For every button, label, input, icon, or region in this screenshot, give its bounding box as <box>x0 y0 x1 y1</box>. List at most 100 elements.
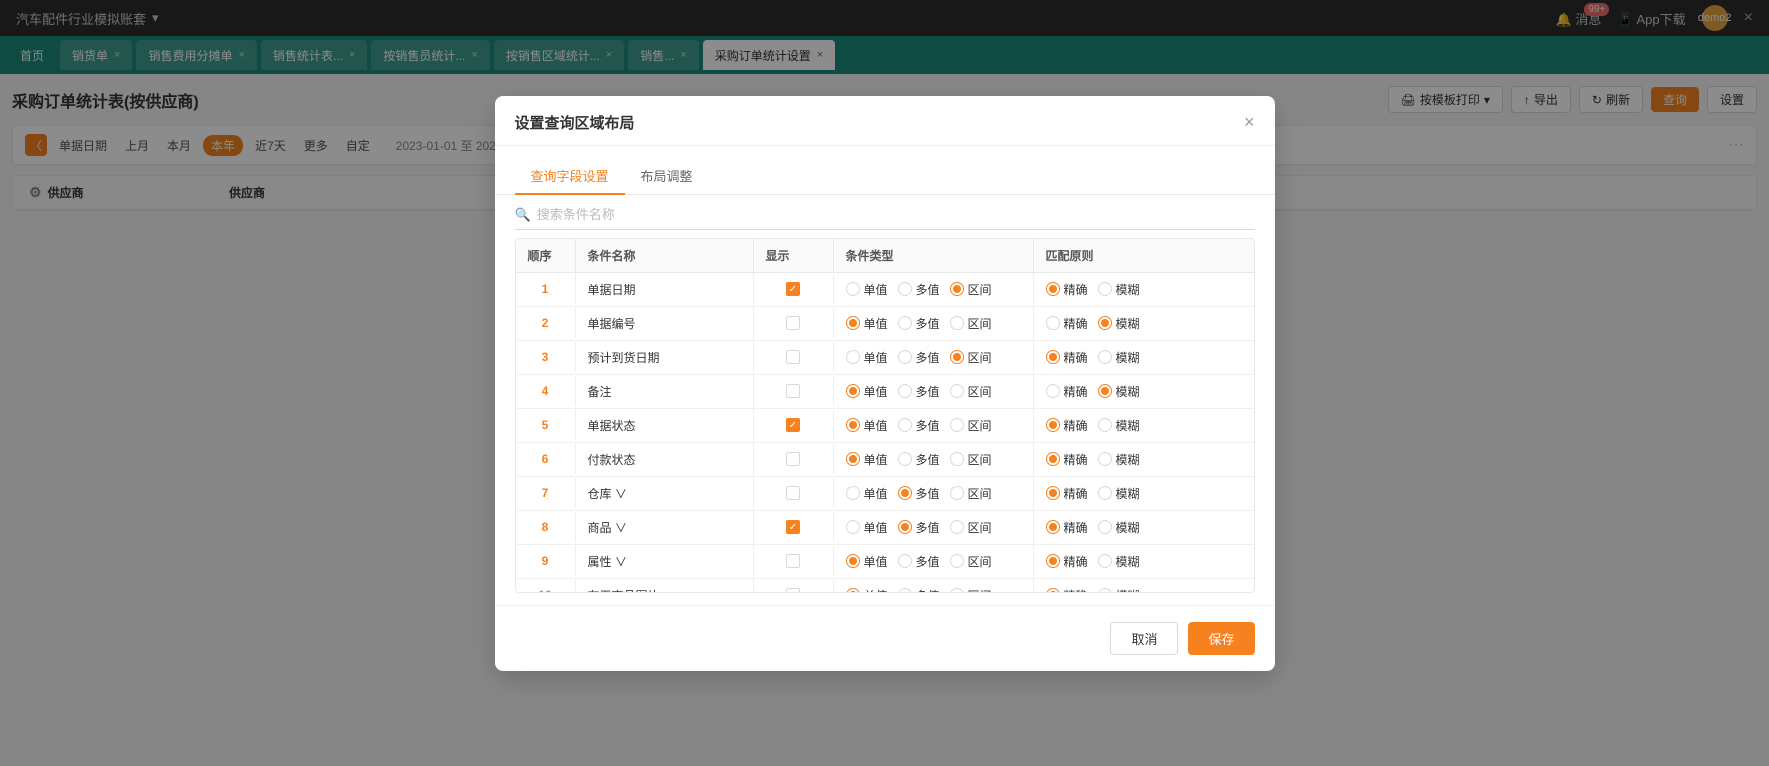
radio-match-option[interactable]: 模糊 <box>1098 451 1140 468</box>
radio-circle[interactable] <box>1098 418 1112 432</box>
radio-type-option[interactable]: 单值 <box>846 519 888 536</box>
radio-circle[interactable] <box>846 520 860 534</box>
radio-circle[interactable] <box>950 452 964 466</box>
radio-circle[interactable] <box>898 282 912 296</box>
radio-circle[interactable] <box>1098 452 1112 466</box>
radio-circle[interactable] <box>950 520 964 534</box>
radio-circle[interactable] <box>950 350 964 364</box>
radio-circle[interactable] <box>950 588 964 593</box>
radio-match-option[interactable]: 模糊 <box>1098 349 1140 366</box>
radio-match-option[interactable]: 精确 <box>1046 519 1088 536</box>
radio-type-option[interactable]: 区间 <box>950 519 992 536</box>
radio-match-option[interactable]: 精确 <box>1046 485 1088 502</box>
radio-circle[interactable] <box>846 350 860 364</box>
modal-close-button[interactable]: × <box>1244 113 1255 131</box>
radio-circle[interactable] <box>1046 418 1060 432</box>
radio-circle[interactable] <box>898 316 912 330</box>
radio-circle[interactable] <box>1098 316 1112 330</box>
radio-circle[interactable] <box>1046 452 1060 466</box>
radio-circle[interactable] <box>950 486 964 500</box>
radio-match-option[interactable]: 精确 <box>1046 281 1088 298</box>
radio-match-option[interactable]: 模糊 <box>1098 519 1140 536</box>
radio-circle[interactable] <box>950 418 964 432</box>
radio-circle[interactable] <box>950 554 964 568</box>
radio-match-option[interactable]: 模糊 <box>1098 281 1140 298</box>
radio-circle[interactable] <box>898 384 912 398</box>
radio-type-option[interactable]: 单值 <box>846 383 888 400</box>
radio-match-option[interactable]: 精确 <box>1046 417 1088 434</box>
radio-type-option[interactable]: 多值 <box>898 349 940 366</box>
radio-type-option[interactable]: 单值 <box>846 315 888 332</box>
radio-match-option[interactable]: 模糊 <box>1098 383 1140 400</box>
radio-type-option[interactable]: 区间 <box>950 349 992 366</box>
display-checkbox[interactable] <box>786 282 800 296</box>
radio-type-option[interactable]: 单值 <box>846 349 888 366</box>
radio-circle[interactable] <box>898 418 912 432</box>
radio-circle[interactable] <box>1098 282 1112 296</box>
radio-circle[interactable] <box>1098 350 1112 364</box>
display-checkbox[interactable] <box>786 554 800 568</box>
radio-match-option[interactable]: 精确 <box>1046 315 1088 332</box>
radio-circle[interactable] <box>846 282 860 296</box>
save-button[interactable]: 保存 <box>1188 622 1254 655</box>
display-checkbox[interactable] <box>786 384 800 398</box>
radio-circle[interactable] <box>1098 486 1112 500</box>
radio-circle[interactable] <box>846 384 860 398</box>
radio-type-option[interactable]: 多值 <box>898 553 940 570</box>
display-checkbox[interactable] <box>786 452 800 466</box>
radio-circle[interactable] <box>1098 384 1112 398</box>
modal-tab-query-fields[interactable]: 查询字段设置 <box>515 158 625 195</box>
radio-circle[interactable] <box>950 282 964 296</box>
radio-circle[interactable] <box>898 520 912 534</box>
radio-match-option[interactable]: 模糊 <box>1098 417 1140 434</box>
radio-match-option[interactable]: 精确 <box>1046 451 1088 468</box>
radio-type-option[interactable]: 区间 <box>950 281 992 298</box>
radio-match-option[interactable]: 精确 <box>1046 587 1088 593</box>
radio-match-option[interactable]: 精确 <box>1046 349 1088 366</box>
radio-circle[interactable] <box>846 554 860 568</box>
radio-circle[interactable] <box>898 554 912 568</box>
radio-type-option[interactable]: 多值 <box>898 281 940 298</box>
radio-type-option[interactable]: 多值 <box>898 485 940 502</box>
radio-type-option[interactable]: 多值 <box>898 383 940 400</box>
radio-type-option[interactable]: 多值 <box>898 417 940 434</box>
radio-type-option[interactable]: 多值 <box>898 451 940 468</box>
display-checkbox[interactable] <box>786 588 800 593</box>
radio-match-option[interactable]: 精确 <box>1046 383 1088 400</box>
radio-type-option[interactable]: 单值 <box>846 281 888 298</box>
radio-match-option[interactable]: 模糊 <box>1098 587 1140 593</box>
radio-type-option[interactable]: 区间 <box>950 587 992 593</box>
radio-circle[interactable] <box>1046 316 1060 330</box>
radio-match-option[interactable]: 模糊 <box>1098 485 1140 502</box>
radio-type-option[interactable]: 单值 <box>846 451 888 468</box>
radio-type-option[interactable]: 单值 <box>846 485 888 502</box>
radio-circle[interactable] <box>950 316 964 330</box>
radio-type-option[interactable]: 单值 <box>846 553 888 570</box>
radio-circle[interactable] <box>898 452 912 466</box>
cancel-button[interactable]: 取消 <box>1110 622 1178 655</box>
radio-circle[interactable] <box>1046 520 1060 534</box>
radio-type-option[interactable]: 单值 <box>846 587 888 593</box>
radio-circle[interactable] <box>1098 520 1112 534</box>
radio-type-option[interactable]: 区间 <box>950 315 992 332</box>
radio-circle[interactable] <box>1046 588 1060 593</box>
radio-circle[interactable] <box>898 486 912 500</box>
radio-circle[interactable] <box>846 452 860 466</box>
display-checkbox[interactable] <box>786 520 800 534</box>
radio-type-option[interactable]: 多值 <box>898 315 940 332</box>
radio-circle[interactable] <box>1046 282 1060 296</box>
radio-circle[interactable] <box>1046 350 1060 364</box>
radio-type-option[interactable]: 区间 <box>950 485 992 502</box>
radio-type-option[interactable]: 多值 <box>898 587 940 593</box>
radio-type-option[interactable]: 区间 <box>950 383 992 400</box>
radio-circle[interactable] <box>1046 486 1060 500</box>
radio-match-option[interactable]: 模糊 <box>1098 553 1140 570</box>
radio-type-option[interactable]: 区间 <box>950 553 992 570</box>
radio-type-option[interactable]: 区间 <box>950 451 992 468</box>
radio-circle[interactable] <box>846 418 860 432</box>
radio-match-option[interactable]: 精确 <box>1046 553 1088 570</box>
radio-circle[interactable] <box>846 486 860 500</box>
radio-type-option[interactable]: 单值 <box>846 417 888 434</box>
radio-type-option[interactable]: 多值 <box>898 519 940 536</box>
radio-circle[interactable] <box>898 588 912 593</box>
